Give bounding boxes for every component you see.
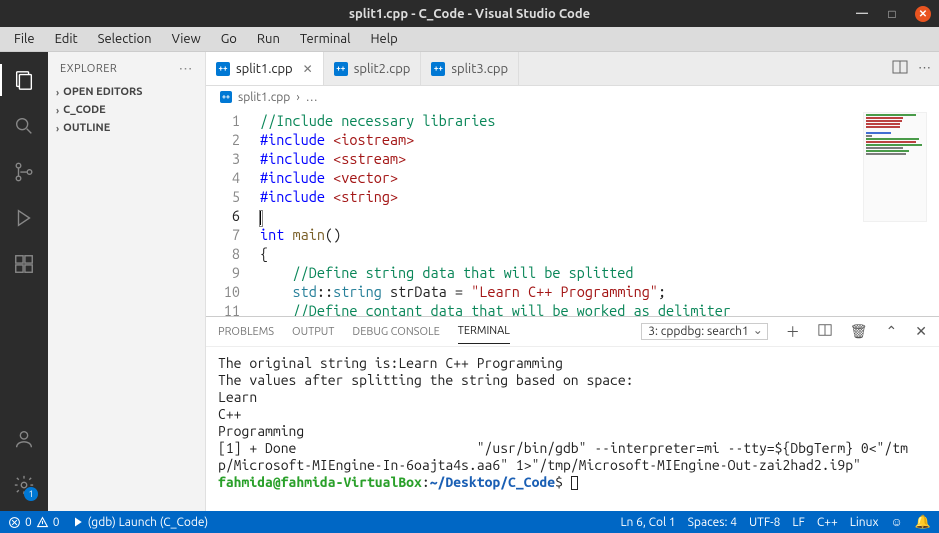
terminal-selector[interactable]: 3: cppdbg: search1 (641, 323, 767, 340)
open-editors-section[interactable]: ›OPEN EDITORS (48, 83, 205, 101)
chevron-right-icon: › (56, 87, 59, 98)
cpp-file-icon: ++ (334, 62, 348, 76)
explorer-more-icon[interactable]: ⋯ (179, 60, 194, 77)
new-terminal-icon[interactable]: ＋ (786, 322, 800, 342)
minimap[interactable] (863, 112, 927, 222)
status-launch[interactable]: (gdb) Launch (C_Code) (72, 516, 209, 529)
explorer-title: EXPLORER (60, 63, 117, 75)
editor-more-icon[interactable]: ⋯ (918, 61, 931, 76)
tab-split1[interactable]: ++ split1.cpp ✕ (206, 52, 324, 85)
menu-help[interactable]: Help (362, 29, 405, 49)
menu-run[interactable]: Run (249, 29, 288, 49)
close-panel-icon[interactable]: ✕ (915, 323, 927, 340)
cpp-file-icon: ++ (216, 62, 230, 76)
split-editor-icon[interactable] (892, 59, 908, 78)
code-editor[interactable]: 1234567891011 //Include necessary librar… (206, 108, 939, 316)
menu-edit[interactable]: Edit (47, 29, 86, 49)
chevron-right-icon: › (56, 123, 59, 134)
minimize-button[interactable]: — (855, 7, 869, 21)
menu-go[interactable]: Go (213, 29, 245, 49)
folder-section[interactable]: ›C_CODE (48, 101, 205, 119)
settings-gear-icon[interactable]: 1 (0, 465, 48, 505)
settings-badge: 1 (24, 487, 38, 501)
status-bar: 0 0 (gdb) Launch (C_Code) Ln 6, Col 1 Sp… (0, 511, 939, 533)
maximize-panel-icon[interactable]: ⌃ (886, 323, 898, 340)
breadcrumb[interactable]: ++ split1.cpp › … (206, 86, 939, 108)
cpp-file-icon: ++ (220, 91, 232, 103)
panel-tab-debug-console[interactable]: DEBUG CONSOLE (352, 320, 439, 344)
status-spaces[interactable]: Spaces: 4 (688, 516, 737, 529)
panel-tab-output[interactable]: OUTPUT (292, 320, 334, 344)
menu-file[interactable]: File (6, 29, 43, 49)
explorer-sidebar: EXPLORER ⋯ ›OPEN EDITORS ›C_CODE ›OUTLIN… (48, 52, 206, 511)
source-control-icon[interactable] (0, 152, 48, 192)
editor-tabbar: ++ split1.cpp ✕ ++ split2.cpp ++ split3.… (206, 52, 939, 86)
menubar: File Edit Selection View Go Run Terminal… (0, 27, 939, 52)
menu-view[interactable]: View (164, 29, 209, 49)
outline-section[interactable]: ›OUTLINE (48, 119, 205, 137)
bottom-panel: PROBLEMS OUTPUT DEBUG CONSOLE TERMINAL 3… (206, 316, 939, 511)
panel-tab-problems[interactable]: PROBLEMS (218, 320, 274, 344)
activity-bar: 1 (0, 52, 48, 511)
menu-terminal[interactable]: Terminal (292, 29, 359, 49)
status-bell-icon[interactable]: 🔔 (915, 515, 931, 530)
tab-close-icon[interactable]: ✕ (303, 62, 313, 76)
status-encoding[interactable]: UTF-8 (749, 516, 780, 529)
accounts-icon[interactable] (0, 419, 48, 459)
status-language[interactable]: C++ (817, 516, 838, 529)
extensions-icon[interactable] (0, 244, 48, 284)
split-terminal-icon[interactable] (818, 323, 832, 340)
explorer-icon[interactable] (0, 60, 48, 100)
line-number-gutter: 1234567891011 (206, 108, 250, 316)
run-debug-icon[interactable] (0, 198, 48, 238)
panel-tab-terminal[interactable]: TERMINAL (458, 319, 510, 344)
status-eol[interactable]: LF (792, 516, 804, 529)
window-titlebar: split1.cpp - C_Code - Visual Studio Code… (0, 0, 939, 27)
status-os[interactable]: Linux (850, 516, 879, 529)
window-title: split1.cpp - C_Code - Visual Studio Code (349, 7, 590, 21)
status-errors[interactable]: 0 0 (8, 516, 60, 529)
code-content[interactable]: //Include necessary libraries#include <i… (250, 108, 939, 316)
terminal-content[interactable]: The original string is:Learn C++ Program… (206, 347, 939, 511)
cpp-file-icon: ++ (431, 62, 445, 76)
status-ln-col[interactable]: Ln 6, Col 1 (620, 516, 675, 529)
tab-split2[interactable]: ++ split2.cpp (324, 52, 422, 85)
tab-split3[interactable]: ++ split3.cpp (421, 52, 519, 85)
kill-terminal-icon[interactable]: 🗑 (850, 323, 868, 340)
chevron-right-icon: › (56, 105, 59, 116)
status-feedback-icon[interactable]: ☺ (891, 515, 903, 529)
maximize-button[interactable]: □ (885, 7, 899, 21)
menu-selection[interactable]: Selection (90, 29, 160, 49)
search-icon[interactable] (0, 106, 48, 146)
close-button[interactable]: ✕ (915, 6, 931, 22)
